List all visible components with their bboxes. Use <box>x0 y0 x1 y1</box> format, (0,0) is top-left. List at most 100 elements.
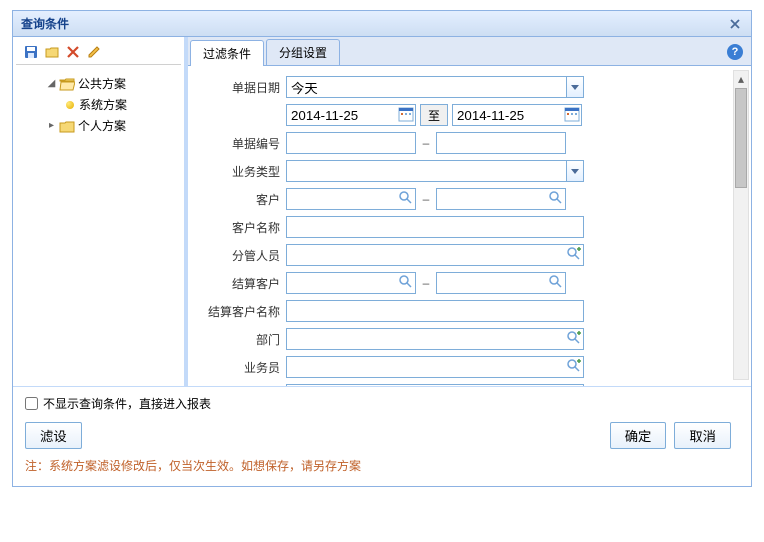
scroll-thumb[interactable] <box>735 88 747 188</box>
row-manager: 分管人员 <box>194 244 729 266</box>
tree-toolbar <box>16 40 181 65</box>
label-manager: 分管人员 <box>194 247 286 264</box>
delete-button[interactable] <box>64 43 82 61</box>
row-bill-date-preset: 单据日期 <box>194 76 729 98</box>
range-dash: – <box>416 136 436 150</box>
edit-button[interactable] <box>85 43 103 61</box>
customer-from[interactable] <box>286 188 416 210</box>
tab-filter[interactable]: 过滤条件 <box>190 40 264 66</box>
scrollbar[interactable]: ▴ <box>733 70 749 380</box>
date-to[interactable] <box>452 104 582 126</box>
dialog-title: 查询条件 <box>21 15 69 32</box>
add-icon[interactable] <box>566 246 582 262</box>
biz-type-select[interactable] <box>286 160 584 182</box>
dept-input[interactable] <box>286 328 584 350</box>
folder-icon <box>45 45 59 59</box>
label-salesperson: 业务员 <box>194 359 286 376</box>
date-to-input[interactable] <box>452 104 582 126</box>
label-settle-customer-name: 结算客户名称 <box>194 303 286 320</box>
manager-input[interactable] <box>286 244 584 266</box>
skip-dialog-checkbox[interactable] <box>25 397 38 410</box>
tree-node-public[interactable]: ◢ 公共方案 <box>22 73 175 94</box>
folder-icon <box>59 119 75 133</box>
customer-to-input[interactable] <box>436 188 566 210</box>
settle-customer-name-input[interactable] <box>286 300 584 322</box>
save-icon <box>24 45 38 59</box>
settle-customer-to-input[interactable] <box>436 272 566 294</box>
label-customer: 客户 <box>194 191 286 208</box>
biz-type-input[interactable] <box>286 160 584 182</box>
row-settle-customer-name: 结算客户名称 <box>194 300 729 322</box>
settle-customer-from-input[interactable] <box>286 272 416 294</box>
customer-to[interactable] <box>436 188 566 210</box>
expand-icon[interactable]: ▸ <box>46 120 57 131</box>
customer-from-input[interactable] <box>286 188 416 210</box>
search-icon[interactable] <box>548 274 564 290</box>
settle-customer-from[interactable] <box>286 272 416 294</box>
range-dash: – <box>416 276 436 290</box>
warehouse-field[interactable] <box>286 384 584 386</box>
dropdown-arrow[interactable] <box>566 77 583 97</box>
tab-group[interactable]: 分组设置 <box>266 39 340 65</box>
dept-field[interactable] <box>286 328 584 350</box>
salesperson-input[interactable] <box>286 356 584 378</box>
title-bar: 查询条件 <box>13 11 751 37</box>
row-biz-type: 业务类型 <box>194 160 729 182</box>
search-icon[interactable] <box>398 274 414 290</box>
date-from-input[interactable] <box>286 104 416 126</box>
dialog-footer: 不显示查询条件，直接进入报表 滤设 确定 取消 注：系统方案滤设修改后，仅当次生… <box>13 387 751 486</box>
row-dept: 部门 <box>194 328 729 350</box>
search-icon[interactable] <box>398 190 414 206</box>
customer-name-input[interactable] <box>286 216 584 238</box>
row-customer: 客户 – <box>194 188 729 210</box>
bill-no-to[interactable] <box>436 132 566 154</box>
warehouse-input[interactable] <box>286 384 584 386</box>
bill-no-to-input[interactable] <box>436 132 566 154</box>
tree-label: 个人方案 <box>78 117 126 134</box>
help-button[interactable]: ? <box>727 44 743 60</box>
footer-note: 注：系统方案滤设修改后，仅当次生效。如想保存，请另存方案 <box>25 457 739 474</box>
label-dept: 部门 <box>194 331 286 348</box>
row-bill-no: 单据编号 – <box>194 132 729 154</box>
settle-customer-to[interactable] <box>436 272 566 294</box>
date-from[interactable] <box>286 104 416 126</box>
tree-node-personal[interactable]: ▸ 个人方案 <box>22 115 175 136</box>
manager-field[interactable] <box>286 244 584 266</box>
bill-no-from[interactable] <box>286 132 416 154</box>
button-row: 滤设 确定 取消 <box>25 422 739 449</box>
tree-node-system[interactable]: 系统方案 <box>22 94 175 115</box>
dropdown-arrow[interactable] <box>566 161 583 181</box>
bill-no-from-input[interactable] <box>286 132 416 154</box>
salesperson-field[interactable] <box>286 356 584 378</box>
tab-strip: 过滤条件 分组设置 ? <box>188 37 751 66</box>
cancel-button[interactable]: 取消 <box>674 422 731 449</box>
filter-settings-button[interactable]: 滤设 <box>25 422 82 449</box>
search-icon[interactable] <box>548 190 564 206</box>
add-icon[interactable] <box>566 358 582 374</box>
checkbox-label: 不显示查询条件，直接进入报表 <box>43 395 211 412</box>
checkbox-row: 不显示查询条件，直接进入报表 <box>25 395 739 412</box>
label-customer-name: 客户名称 <box>194 219 286 236</box>
bill-date-preset-input[interactable] <box>286 76 584 98</box>
scroll-up-button[interactable]: ▴ <box>734 71 748 87</box>
bill-date-preset-select[interactable] <box>286 76 584 98</box>
row-bill-date-range: 至 <box>194 104 729 126</box>
collapse-icon[interactable]: ◢ <box>46 78 57 89</box>
calendar-icon[interactable] <box>398 106 414 122</box>
dialog-body: ◢ 公共方案 系统方案 ▸ 个人方案 过滤条件 分组设置 ? <box>13 37 751 387</box>
calendar-icon[interactable] <box>564 106 580 122</box>
label-bill-no: 单据编号 <box>194 135 286 152</box>
save-button[interactable] <box>22 43 40 61</box>
ok-button[interactable]: 确定 <box>610 422 667 449</box>
range-dash: – <box>416 192 436 206</box>
open-button[interactable] <box>43 43 61 61</box>
label-biz-type: 业务类型 <box>194 163 286 180</box>
close-button[interactable] <box>727 16 743 32</box>
chevron-down-icon <box>571 169 579 174</box>
close-icon <box>730 19 740 29</box>
form-area: 单据日期 至 <box>188 66 751 386</box>
row-salesperson: 业务员 <box>194 356 729 378</box>
right-panel: 过滤条件 分组设置 ? 单据日期 <box>188 37 751 386</box>
add-icon[interactable] <box>566 330 582 346</box>
tree-label: 系统方案 <box>79 96 127 113</box>
